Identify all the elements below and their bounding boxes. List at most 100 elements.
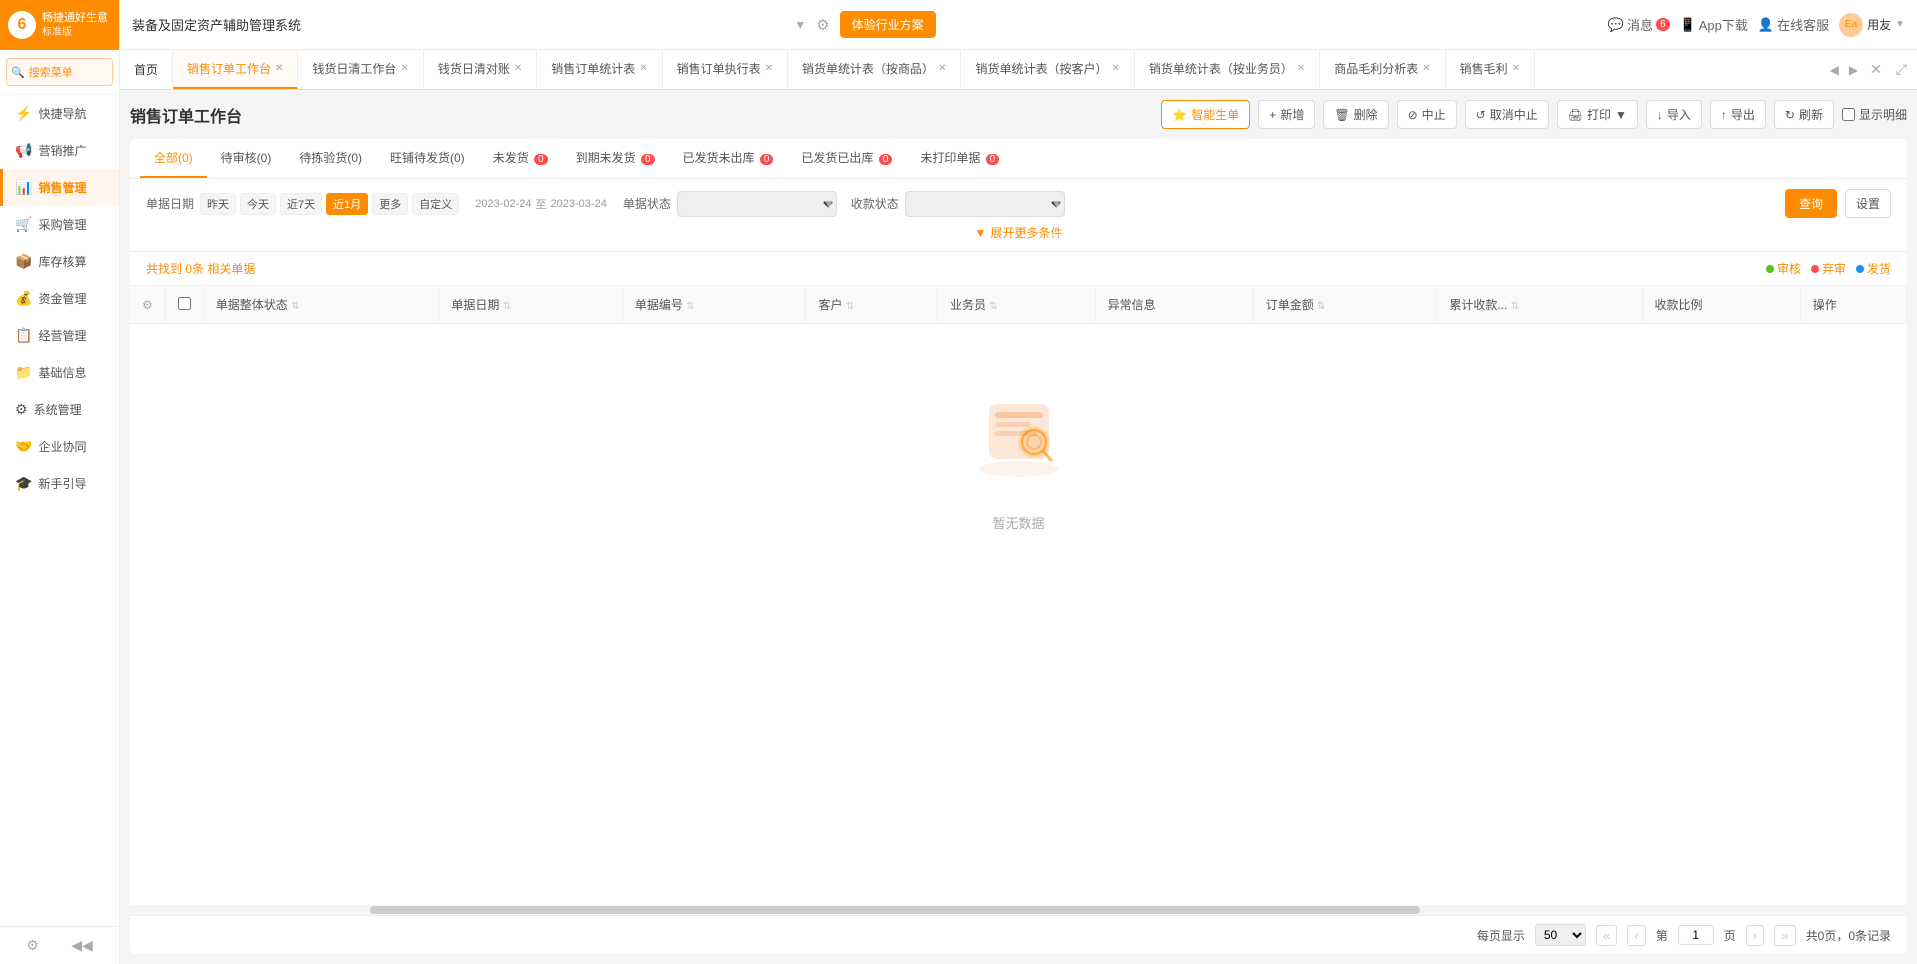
tab-close-sales-profit[interactable]: ✕ (1512, 63, 1520, 74)
col-date[interactable]: 单据日期 ⇅ (439, 286, 623, 324)
tab-close-sales-staff[interactable]: ✕ (1297, 63, 1305, 74)
user-menu[interactable]: Ea 用友 ▼ (1839, 13, 1905, 37)
filter-tab-wangpu-ship[interactable]: 旺铺待发货(0) (376, 139, 479, 178)
date-more[interactable]: 更多 (372, 193, 408, 215)
filter-tab-pending-inspect[interactable]: 待拣验货(0) (285, 139, 376, 178)
app-download-button[interactable]: 📱 App下载 (1680, 15, 1748, 34)
refresh-button[interactable]: ↻ 刷新 (1774, 100, 1834, 129)
filter-tab-pending-audit[interactable]: 待审核(0) (207, 139, 286, 178)
tab-sales-exec[interactable]: 销售订单执行表 ✕ (663, 50, 788, 89)
date-yesterday[interactable]: 昨天 (200, 193, 236, 215)
tab-sales-stats[interactable]: 销售订单统计表 ✕ (537, 50, 662, 89)
filter-tab-unprinted[interactable]: 未打印单据 0 (906, 139, 1013, 178)
show-detail-checkbox[interactable]: 显示明细 (1842, 106, 1907, 123)
first-page-button[interactable]: « (1596, 925, 1617, 946)
col-number[interactable]: 单据编号 ⇅ (622, 286, 806, 324)
collapse-icon[interactable]: ◀◀ (71, 937, 93, 954)
payment-select[interactable] (905, 191, 1065, 217)
stop-button[interactable]: ⊘ 中止 (1397, 100, 1457, 129)
table-select-all[interactable] (165, 286, 203, 324)
prev-page-button[interactable]: ‹ (1627, 925, 1645, 946)
table-settings-col[interactable]: ⚙ (130, 286, 165, 324)
sidebar-item-operation[interactable]: 📋 经营管理 (0, 317, 119, 354)
filter-tab-overdue-unshipped[interactable]: 到期未发货 0 (562, 139, 669, 178)
tab-cash-daily[interactable]: 钱货日清工作台 ✕ (298, 50, 423, 89)
select-all-checkbox[interactable] (178, 297, 191, 310)
tab-close-sales-workbench[interactable]: ✕ (275, 63, 283, 74)
cancel-stop-button[interactable]: ↺ 取消中止 (1465, 100, 1549, 129)
page-number-input[interactable] (1678, 925, 1714, 945)
col-amount[interactable]: 订单金额 ⇅ (1253, 286, 1437, 324)
date-today[interactable]: 今天 (240, 193, 276, 215)
print-button[interactable]: 🖨 打印 ▼ (1557, 100, 1638, 129)
tab-sales-profit[interactable]: 销售毛利 ✕ (1446, 50, 1535, 89)
col-cumulative[interactable]: 累计收款... ⇅ (1437, 286, 1642, 324)
settings-icon[interactable]: ⚙ (26, 937, 39, 954)
tab-close-sales-exec[interactable]: ✕ (765, 63, 773, 74)
online-service-button[interactable]: 👤 在线客服 (1758, 15, 1829, 34)
sidebar-item-newbie[interactable]: 🎓 新手引导 (0, 465, 119, 502)
last-page-button[interactable]: » (1774, 925, 1795, 946)
tab-close-all-icon[interactable]: ✕ (1864, 59, 1888, 80)
import-button[interactable]: ↓ 导入 (1646, 100, 1702, 129)
sidebar-item-enterprise[interactable]: 🤝 企业协同 (0, 428, 119, 465)
delete-button[interactable]: 🗑 删除 (1323, 100, 1388, 129)
system-icon: ⚙ (15, 401, 28, 418)
filter-tab-shipped-out[interactable]: 已发货已出库 0 (787, 139, 906, 178)
filter-tab-unshipped[interactable]: 未发货 0 (479, 139, 562, 178)
smart-generate-button[interactable]: ⭐ 智能生单 (1161, 100, 1250, 129)
tab-sales-workbench[interactable]: 销售订单工作台 ✕ (173, 50, 298, 89)
settings-button[interactable]: 设置 (1845, 189, 1891, 218)
horizontal-scrollbar[interactable] (130, 905, 1907, 915)
main-area: 装备及固定资产辅助管理系统 ▼ ⚙ 体验行业方案 💬 消息 6 📱 App下载 … (120, 0, 1917, 964)
query-button[interactable]: 查询 (1785, 189, 1837, 218)
sidebar-item-system[interactable]: ⚙ 系统管理 (0, 391, 119, 428)
sidebar-item-marketing[interactable]: 📢 营销推广 (0, 132, 119, 169)
sidebar-item-finance[interactable]: 💰 资金管理 (0, 280, 119, 317)
sidebar-item-inventory[interactable]: 📦 库存核算 (0, 243, 119, 280)
tab-close-sales-stats[interactable]: ✕ (639, 63, 647, 74)
cancel-audit-button[interactable]: 弃审 (1811, 260, 1846, 277)
tab-sales-staff[interactable]: 销货单统计表（按业务员） ✕ (1135, 50, 1320, 89)
date-1month[interactable]: 近1月 (326, 193, 368, 215)
export-button[interactable]: ↑ 导出 (1710, 100, 1766, 129)
tab-close-gross-margin[interactable]: ✕ (1422, 63, 1430, 74)
next-page-button[interactable]: › (1746, 925, 1764, 946)
col-customer[interactable]: 客户 ⇅ (806, 286, 938, 324)
status-select[interactable] (677, 191, 837, 217)
audit-button[interactable]: 审核 (1766, 260, 1801, 277)
filter-tab-all[interactable]: 全部(0) (140, 139, 207, 178)
tab-maximize-icon[interactable]: ⤢ (1890, 59, 1913, 80)
date-custom[interactable]: 自定义 (412, 193, 459, 215)
ship-action-button[interactable]: 发货 (1856, 260, 1891, 277)
tab-close-sales-customer[interactable]: ✕ (1111, 63, 1119, 74)
filter-tab-shipped-not-out[interactable]: 已发货未出库 0 (669, 139, 788, 178)
tab-close-cash-daily[interactable]: ✕ (400, 63, 408, 74)
tab-prev-icon[interactable]: ◀ (1826, 61, 1843, 79)
add-button[interactable]: + 新增 (1258, 100, 1315, 129)
sidebar-item-sales[interactable]: 📊 销售管理 (0, 169, 119, 206)
topbar-settings-icon[interactable]: ⚙ (816, 16, 829, 34)
col-status[interactable]: 单据整体状态 ⇅ (203, 286, 439, 324)
sidebar-item-quick-nav[interactable]: ⚡ 快捷导航 (0, 95, 119, 132)
tab-sales-goods[interactable]: 销货单统计表（按商品） ✕ (788, 50, 961, 89)
expand-conditions-button[interactable]: ▼ 展开更多条件 (975, 224, 1063, 241)
show-detail-input[interactable] (1842, 108, 1855, 121)
tab-close-cash-reconcile[interactable]: ✕ (514, 63, 522, 74)
tab-gross-margin[interactable]: 商品毛利分析表 ✕ (1320, 50, 1445, 89)
tab-home[interactable]: 首页 (120, 51, 173, 88)
dropdown-icon[interactable]: ▼ (794, 18, 806, 32)
sidebar-item-basic-info[interactable]: 📁 基础信息 (0, 354, 119, 391)
tab-close-sales-goods[interactable]: ✕ (938, 63, 946, 74)
tab-cash-reconcile[interactable]: 钱货日清对账 ✕ (424, 50, 537, 89)
tab-next-icon[interactable]: ▶ (1845, 61, 1862, 79)
page-size-select[interactable]: 10 20 50 100 (1535, 924, 1586, 946)
scrollbar-thumb[interactable] (370, 906, 1420, 914)
col-staff[interactable]: 业务员 ⇅ (938, 286, 1096, 324)
sidebar-item-purchase[interactable]: 🛒 采购管理 (0, 206, 119, 243)
search-menu-button[interactable]: 🔍 搜索菜单 (6, 58, 113, 86)
industry-solution-button[interactable]: 体验行业方案 (840, 11, 936, 38)
date-7days[interactable]: 近7天 (280, 193, 322, 215)
tab-sales-customer[interactable]: 销货单统计表（按客户） ✕ (961, 50, 1134, 89)
message-button[interactable]: 💬 消息 6 (1608, 15, 1670, 34)
